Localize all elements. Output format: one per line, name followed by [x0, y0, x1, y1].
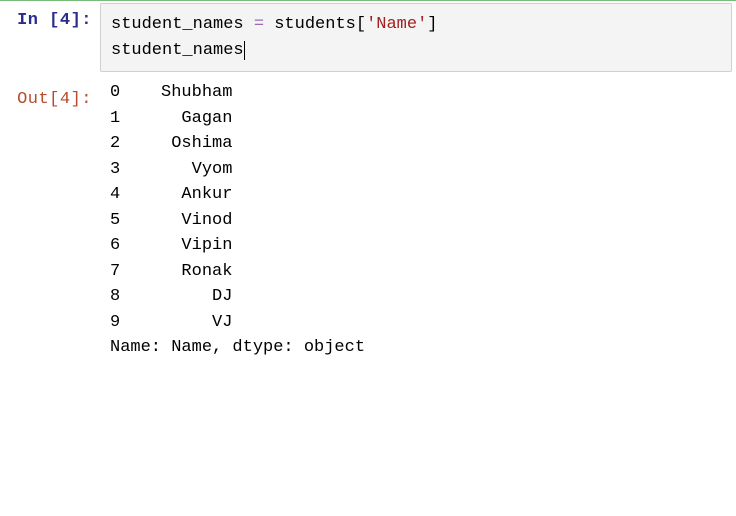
- output-line: Name: Name, dtype: object: [110, 338, 365, 357]
- output-line: 6 Vipin: [110, 236, 232, 255]
- text-cursor: [244, 41, 245, 60]
- output-line: 2 Oshima: [110, 134, 232, 153]
- code-token: student_names: [111, 15, 244, 34]
- output-line: 4 Ankur: [110, 185, 232, 204]
- code-input[interactable]: student_names = students['Name'] student…: [100, 3, 732, 72]
- code-token: ': [417, 15, 427, 34]
- code-token: [: [356, 15, 366, 34]
- output-line: 8 DJ: [110, 287, 232, 306]
- output-text: 0 Shubham 1 Gagan 2 Oshima 3 Vyom 4 Anku…: [100, 80, 736, 361]
- output-line: 1 Gagan: [110, 109, 232, 128]
- input-cell: In [4]: student_names = students['Name']…: [0, 0, 736, 72]
- code-token: students: [274, 15, 356, 34]
- code-token: =: [254, 15, 264, 34]
- code-token: ]: [427, 15, 437, 34]
- output-line: 3 Vyom: [110, 160, 232, 179]
- output-cell: Out[4]: 0 Shubham 1 Gagan 2 Oshima 3 Vyo…: [0, 80, 736, 361]
- code-token: Name: [376, 15, 417, 34]
- output-line: 7 Ronak: [110, 262, 232, 281]
- output-prompt: Out[4]:: [0, 80, 100, 109]
- code-token: student_names: [111, 41, 244, 60]
- output-line: 9 VJ: [110, 313, 232, 332]
- output-line: 0 Shubham: [110, 83, 232, 102]
- input-prompt: In [4]:: [0, 1, 100, 30]
- code-token: ': [366, 15, 376, 34]
- output-line: 5 Vinod: [110, 211, 232, 230]
